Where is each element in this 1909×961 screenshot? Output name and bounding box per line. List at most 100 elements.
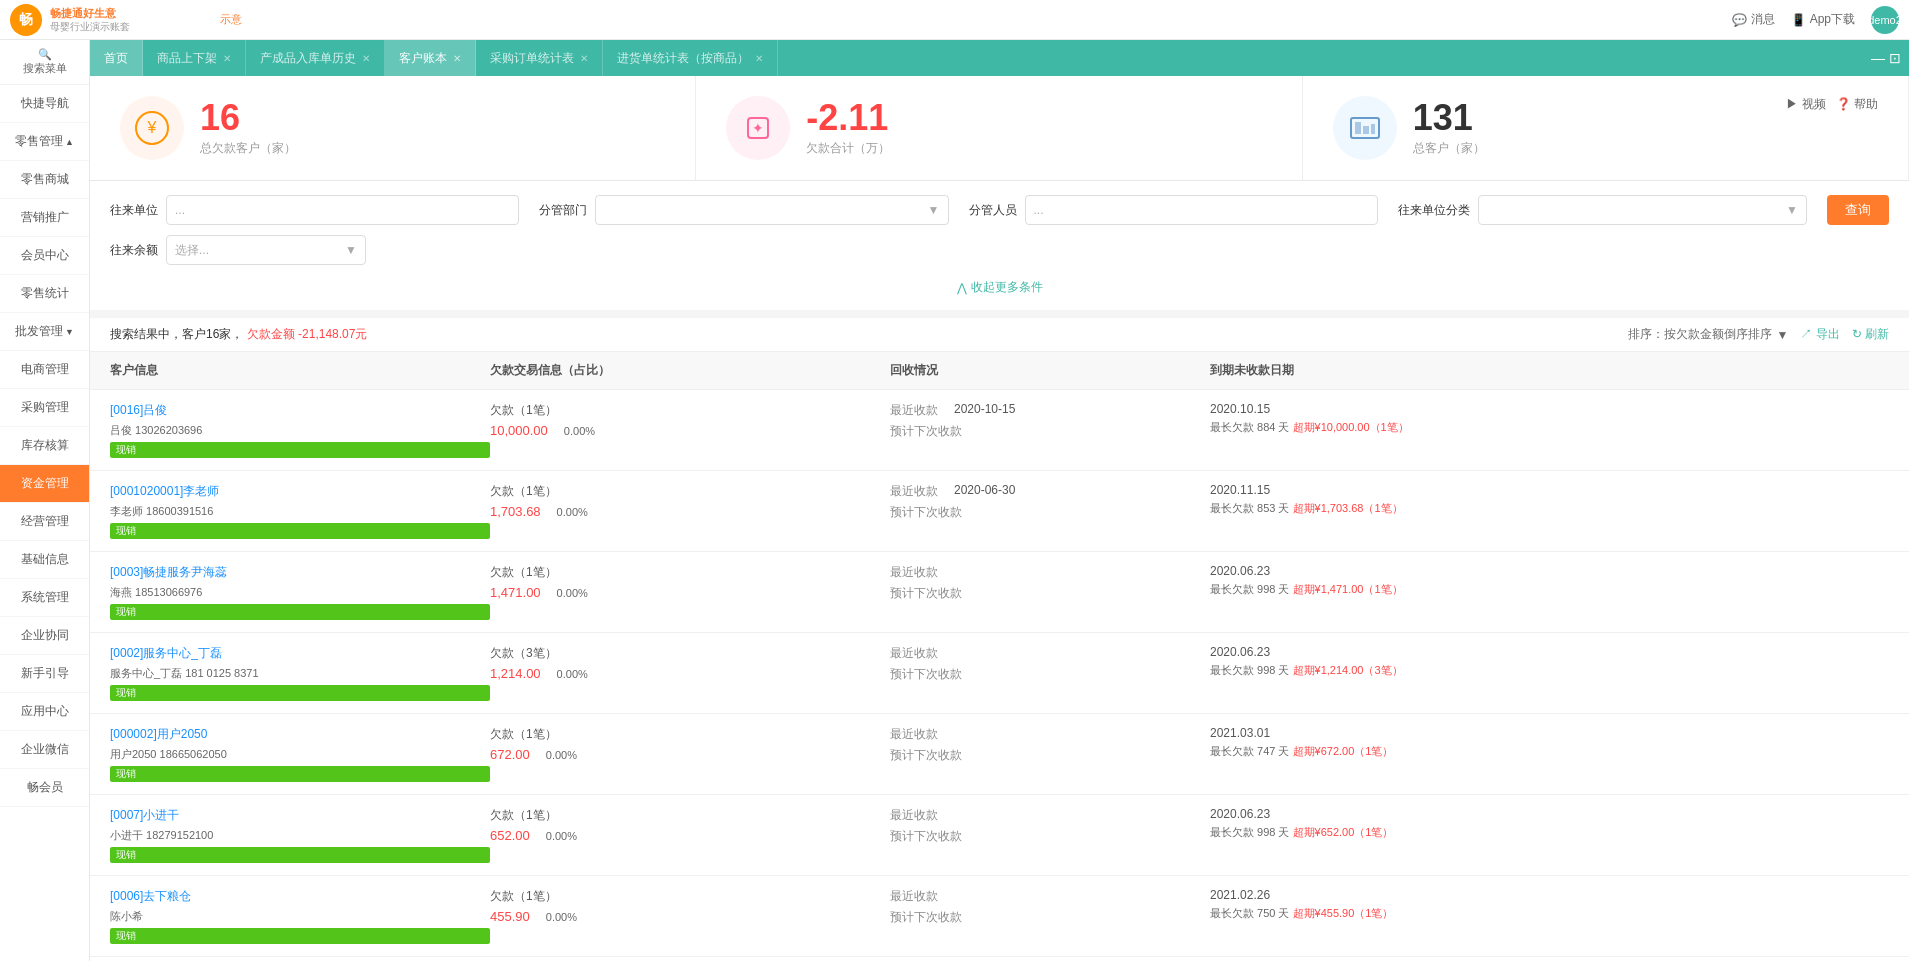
overdue-info-cell: 2020.06.23 最长欠款 998 天 超期¥652.00（1笔） (1210, 807, 1889, 863)
sidebar-item-operations[interactable]: 经营管理 (0, 503, 89, 541)
overdue-info-cell: 2020.06.23 最长欠款 998 天 超期¥1,214.00（3笔） (1210, 645, 1889, 701)
overdue-link[interactable]: 超期¥1,214.00（3笔） (1293, 664, 1403, 676)
message-btn[interactable]: 💬 消息 (1732, 11, 1775, 28)
unit-category-input[interactable]: ▼ (1478, 195, 1807, 225)
overdue-info-cell: 2020.11.15 最长欠款 853 天 超期¥1,703.68（1笔） (1210, 483, 1889, 539)
sidebar-item-beginner[interactable]: 新手引导 (0, 655, 89, 693)
tab-home[interactable]: 首页 (90, 40, 143, 76)
brand-link[interactable]: 示意 (220, 12, 242, 27)
customer-name[interactable]: [0003]畅捷服务尹海蕊 (110, 564, 490, 581)
sidebar-item-wholesale-mgmt[interactable]: 批发管理 ▼ (0, 313, 89, 351)
customer-contact: 服务中心_丁磊 181 0125 8371 (110, 666, 490, 681)
collapse-filter-btn[interactable]: ⋀ 收起更多条件 (110, 275, 1889, 300)
overdue-link[interactable]: 超期¥1,471.00（1笔） (1293, 583, 1403, 595)
customer-tag: 现销 (110, 442, 490, 458)
debt-info-cell: 欠款（3笔） 1,214.00 0.00% (490, 645, 890, 701)
sidebar-item-enterprise-collab[interactable]: 企业协同 (0, 617, 89, 655)
sidebar: 🔍 搜索菜单 快捷导航 零售管理 ▲ 零售商城 营销推广 会员中心 零售统计 (0, 40, 90, 961)
tab-close-purchase-product-stats[interactable]: ✕ (755, 53, 763, 64)
brand-name: 畅捷通好生意 (50, 6, 130, 20)
video-btn[interactable]: ▶ 视频 (1786, 96, 1825, 113)
sidebar-item-basic-info[interactable]: 基础信息 (0, 541, 89, 579)
overdue-link[interactable]: 超期¥10,000.00（1笔） (1293, 421, 1409, 433)
tab-customer-ledger[interactable]: 客户账本 ✕ (385, 40, 476, 76)
table-row: [0006]去下粮仓 陈小希 现销 欠款（1笔） 455.90 0.00% 最近… (90, 876, 1909, 957)
result-bar: 搜索结果中，客户16家， 欠款金额 -21,148.07元 排序：按欠款金额倒序… (90, 318, 1909, 352)
person-input[interactable]: ... (1025, 195, 1378, 225)
overdue-link[interactable]: 超期¥652.00（1笔） (1293, 826, 1394, 838)
table-body: [0016]吕俊 吕俊 13026203696 现销 欠款（1笔） 10,000… (90, 390, 1909, 961)
sidebar-item-retail-mall[interactable]: 零售商城 (0, 161, 89, 199)
balance-input[interactable]: 选择... ▼ (166, 235, 366, 265)
sidebar-item-inventory[interactable]: 库存核算 (0, 427, 89, 465)
overdue-link[interactable]: 超期¥672.00（1笔） (1293, 745, 1394, 757)
customer-name[interactable]: [0007]小进干 (110, 807, 490, 824)
table-row: [000001]黄思源 黄思源 13552700226 现销 欠款（1笔） 42… (90, 957, 1909, 961)
stat-card-total-customers: 131 总客户（家） ▶ 视频 ❓ 帮助 (1303, 76, 1909, 180)
customer-name[interactable]: [000002]用户2050 (110, 726, 490, 743)
debt-label: 欠款（1笔） (490, 564, 890, 581)
overdue-date: 2020.06.23 (1210, 564, 1889, 578)
sort-dropdown[interactable]: 排序：按欠款金额倒序排序 ▼ (1628, 326, 1788, 343)
tab-close-purchase-stats[interactable]: ✕ (580, 53, 588, 64)
tab-minimize-icon[interactable]: — (1871, 50, 1885, 66)
col-debt-info: 欠款交易信息（占比） (490, 362, 890, 379)
sidebar-item-enterprise-wechat[interactable]: 企业微信 (0, 731, 89, 769)
tab-purchase-product-stats[interactable]: 进货单统计表（按商品） ✕ (603, 40, 778, 76)
tab-production-history[interactable]: 产成品入库单历史 ✕ (246, 40, 385, 76)
customer-name[interactable]: [0002]服务中心_丁磊 (110, 645, 490, 662)
overdue-link[interactable]: 超期¥1,703.68（1笔） (1293, 502, 1403, 514)
app-download-btn[interactable]: 📱 App下载 (1791, 11, 1855, 28)
table-header: 客户信息 欠款交易信息（占比） 回收情况 到期未收款日期 (90, 352, 1909, 390)
tab-purchase-stats[interactable]: 采购订单统计表 ✕ (476, 40, 603, 76)
sidebar-item-system[interactable]: 系统管理 (0, 579, 89, 617)
help-btn[interactable]: ❓ 帮助 (1836, 96, 1878, 113)
balance-dropdown-icon: ▼ (345, 243, 357, 257)
sidebar-item-changhui[interactable]: 畅会员 (0, 769, 89, 807)
sidebar-item-app-center[interactable]: 应用中心 (0, 693, 89, 731)
filter-unit-category: 往来单位分类 ▼ (1398, 195, 1807, 225)
stat-card-debt-customers: ¥ 16 总欠款客户（家） (90, 76, 696, 180)
overdue-date: 2020.06.23 (1210, 807, 1889, 821)
sidebar-item-purchase-mgmt[interactable]: 采购管理 (0, 389, 89, 427)
sidebar-item-retail-stats[interactable]: 零售统计 (0, 275, 89, 313)
sidebar-item-member-center[interactable]: 会员中心 (0, 237, 89, 275)
customer-name[interactable]: [0001020001]李老师 (110, 483, 490, 500)
debt-amount: 652.00 (490, 828, 530, 843)
debt-customers-label: 总欠款客户（家） (200, 140, 296, 157)
sidebar-item-marketing[interactable]: 营销推广 (0, 199, 89, 237)
tab-close-production-history[interactable]: ✕ (362, 53, 370, 64)
customer-name[interactable]: [0006]去下粮仓 (110, 888, 490, 905)
next-collect-label: 预计下次收款 (890, 828, 962, 845)
dept-label: 分管部门 (539, 202, 587, 219)
sidebar-item-ecommerce[interactable]: 电商管理 (0, 351, 89, 389)
tab-close-product-listing[interactable]: ✕ (223, 53, 231, 64)
tab-maximize-icon[interactable]: ⊡ (1889, 50, 1901, 66)
customer-name[interactable]: [0016]吕俊 (110, 402, 490, 419)
sidebar-item-quick-nav[interactable]: 快捷导航 (0, 85, 89, 123)
person-label: 分管人员 (969, 202, 1017, 219)
sidebar-search[interactable]: 🔍 搜索菜单 (0, 40, 89, 85)
export-btn[interactable]: ↗ 导出 (1800, 326, 1839, 343)
last-collect-label: 最近收款 (890, 564, 938, 581)
col-overdue-date: 到期未收款日期 (1210, 362, 1889, 379)
from-unit-input[interactable]: ... (166, 195, 519, 225)
customer-tag: 现销 (110, 928, 490, 944)
refresh-btn[interactable]: ↻ 刷新 (1852, 326, 1889, 343)
dept-input[interactable]: ▼ (595, 195, 948, 225)
debt-percent: 0.00% (564, 425, 595, 437)
recovery-info-cell: 最近收款 预计下次收款 (890, 807, 1210, 863)
tab-close-customer-ledger[interactable]: ✕ (453, 53, 461, 64)
overdue-days: 最长欠款 750 天 (1210, 907, 1293, 919)
overdue-link[interactable]: 超期¥455.90（1笔） (1293, 907, 1394, 919)
user-avatar[interactable]: demo2 (1871, 6, 1899, 34)
col-customer-info: 客户信息 (110, 362, 490, 379)
sidebar-item-finance[interactable]: 资金管理 (0, 465, 89, 503)
overdue-date: 2020.10.15 (1210, 402, 1889, 416)
sidebar-item-retail-mgmt[interactable]: 零售管理 ▲ (0, 123, 89, 161)
debt-amount: 1,471.00 (490, 585, 541, 600)
customer-contact: 海燕 18513066976 (110, 585, 490, 600)
search-button[interactable]: 查询 (1827, 195, 1889, 225)
customer-tag: 现销 (110, 685, 490, 701)
tab-product-listing[interactable]: 商品上下架 ✕ (143, 40, 246, 76)
